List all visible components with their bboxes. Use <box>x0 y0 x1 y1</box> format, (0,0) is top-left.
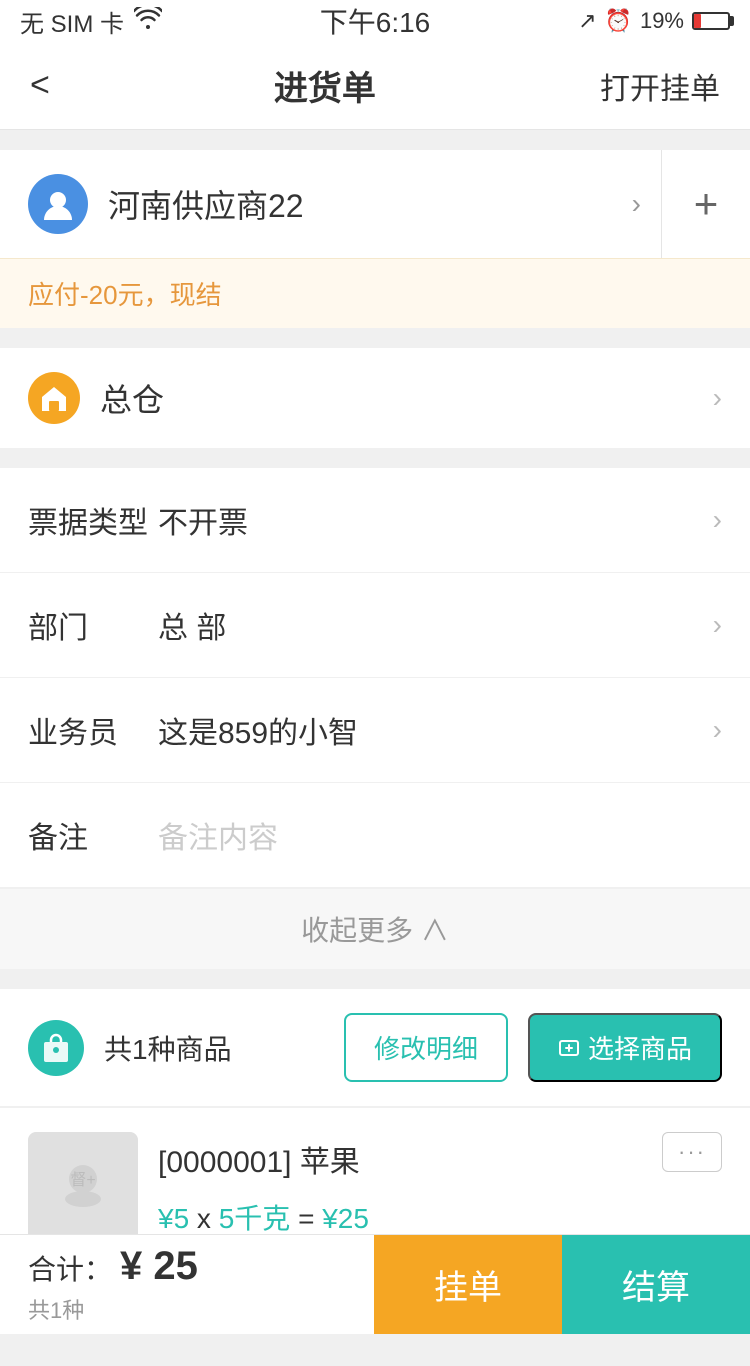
salesperson-value: 这是859的小智 <box>158 708 713 752</box>
warehouse-name: 总仓 <box>100 375 713 421</box>
remark-input[interactable]: 备注内容 <box>158 813 722 857</box>
status-bar-right: ↗ ⏰ 19% <box>578 8 730 34</box>
invoice-type-row[interactable]: 票据类型 不开票 › <box>0 468 750 573</box>
supplier-add-button[interactable]: + <box>662 150 750 258</box>
invoice-type-value: 不开票 <box>158 498 713 542</box>
status-bar-left: 无 SIM 卡 <box>20 4 162 39</box>
status-bar: 无 SIM 卡 下午6:16 ↗ ⏰ 19% <box>0 0 750 42</box>
invoice-type-label: 票据类型 <box>28 498 158 542</box>
total-amount: ¥ 25 <box>120 1244 198 1289</box>
product-price: ¥5 x 5千克 = ¥25 <box>158 1197 642 1237</box>
hang-button[interactable]: 挂单 <box>374 1235 562 1334</box>
total-row: 合计： ¥ 25 <box>28 1244 346 1289</box>
product-section-icon <box>28 1020 84 1076</box>
alarm-icon: ⏰ <box>605 8 632 34</box>
salesperson-arrow-icon: › <box>713 714 722 746</box>
settle-button[interactable]: 结算 <box>562 1235 750 1334</box>
product-thumbnail: 督+ <box>28 1132 138 1242</box>
bottom-bar: 合计： ¥ 25 共1种 挂单 结算 <box>0 1234 750 1334</box>
status-bar-time: 下午6:16 <box>320 1 431 41</box>
product-info: [0000001] 苹果 ¥5 x 5千克 = ¥25 <box>158 1137 642 1237</box>
total-section: 合计： ¥ 25 共1种 <box>0 1235 374 1334</box>
warehouse-section[interactable]: 总仓 › <box>0 348 750 448</box>
supplier-arrow-icon: › <box>632 188 641 220</box>
nav-bar: < 进货单 打开挂单 <box>0 42 750 130</box>
section-gap-1 <box>0 130 750 150</box>
invoice-type-arrow-icon: › <box>713 504 722 536</box>
total-sub-label: 共1种 <box>28 1293 346 1325</box>
product-header: 共1种商品 修改明细 选择商品 <box>0 989 750 1106</box>
collapse-toggle[interactable]: 收起更多 ∧ <box>0 889 750 969</box>
supplier-name: 河南供应商22 <box>108 181 632 227</box>
supplier-section: 河南供应商22 › + <box>0 150 750 258</box>
supplier-main[interactable]: 河南供应商22 › <box>0 150 662 258</box>
product-count-label: 共1种商品 <box>104 1028 324 1068</box>
svg-text:督+: 督+ <box>70 1171 95 1189</box>
edit-detail-button[interactable]: 修改明细 <box>344 1013 508 1082</box>
page-title: 进货单 <box>274 61 376 110</box>
open-hang-button[interactable]: 打开挂单 <box>600 64 720 108</box>
product-name: [0000001] 苹果 <box>158 1137 642 1181</box>
department-label: 部门 <box>28 603 158 647</box>
total-label: 合计： <box>28 1248 112 1288</box>
location-icon: ↗ <box>578 8 596 34</box>
supplier-avatar <box>28 174 88 234</box>
warning-banner: 应付-20元，现结 <box>0 258 750 328</box>
product-more-button[interactable]: ··· <box>662 1132 722 1172</box>
wifi-icon <box>134 7 162 36</box>
back-button[interactable]: < <box>30 66 50 105</box>
carrier-text: 无 SIM 卡 <box>20 4 124 39</box>
warehouse-arrow-icon: › <box>713 382 722 414</box>
select-product-button[interactable]: 选择商品 <box>528 1013 722 1082</box>
department-row[interactable]: 部门 总 部 › <box>0 573 750 678</box>
battery-percent: 19% <box>640 8 684 34</box>
form-section: 票据类型 不开票 › 部门 总 部 › 业务员 这是859的小智 › 备注 备注… <box>0 468 750 887</box>
select-product-label: 选择商品 <box>588 1029 692 1066</box>
remark-row[interactable]: 备注 备注内容 <box>0 783 750 887</box>
department-value: 总 部 <box>158 603 713 647</box>
salesperson-label: 业务员 <box>28 708 158 752</box>
salesperson-row[interactable]: 业务员 这是859的小智 › <box>0 678 750 783</box>
department-arrow-icon: › <box>713 609 722 641</box>
battery-icon <box>692 12 730 30</box>
warehouse-icon <box>28 372 80 424</box>
remark-label: 备注 <box>28 813 158 857</box>
